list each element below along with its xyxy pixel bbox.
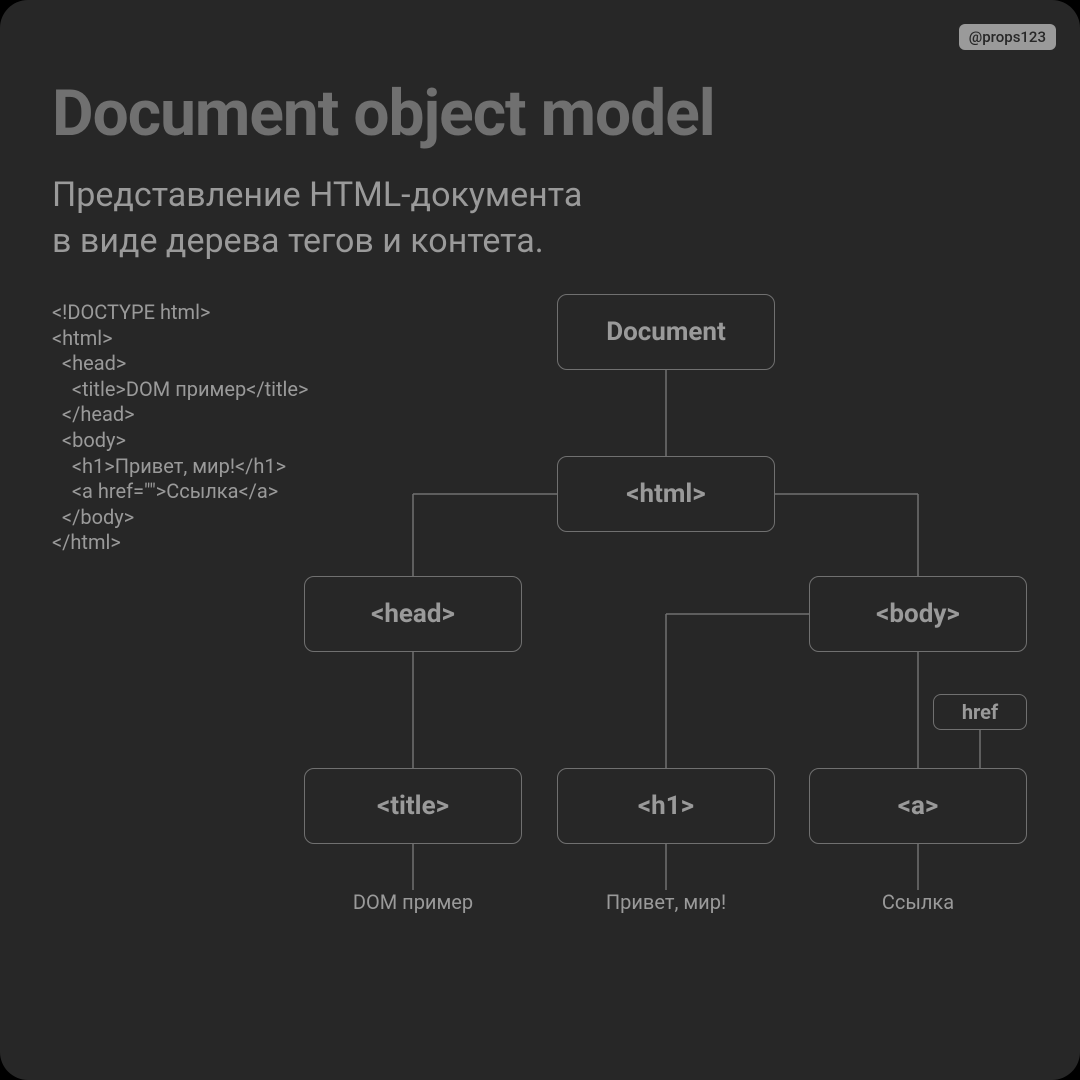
tree-node-html: <html> [557,456,775,532]
tree-leaf-h1-text: Привет, мир! [557,890,775,914]
subtitle-line-1: Представление HTML-документа [52,175,582,215]
tree-node-title: <title> [304,768,522,844]
tree-node-h1: <h1> [557,768,775,844]
page-title: Document object model [52,76,1028,151]
author-badge: @props123 [959,24,1056,50]
tree-node-a: <a> [809,768,1027,844]
slide-card: @props123 Document object model Представ… [0,0,1080,1080]
tree-node-head: <head> [304,576,522,652]
tree-leaf-title-text: DOM пример [304,890,522,914]
html-code-sample: <!DOCTYPE html> <html> <head> <title>DOM… [52,300,308,556]
subtitle: Представление HTML-документа в виде дере… [52,173,1028,265]
tree-node-href-attr: href [933,694,1027,730]
subtitle-line-2: в виде дерева тегов и контета. [52,221,544,261]
tree-leaf-a-text: Ссылка [809,890,1027,914]
tree-node-document: Document [557,294,775,370]
tree-node-body: <body> [809,576,1027,652]
